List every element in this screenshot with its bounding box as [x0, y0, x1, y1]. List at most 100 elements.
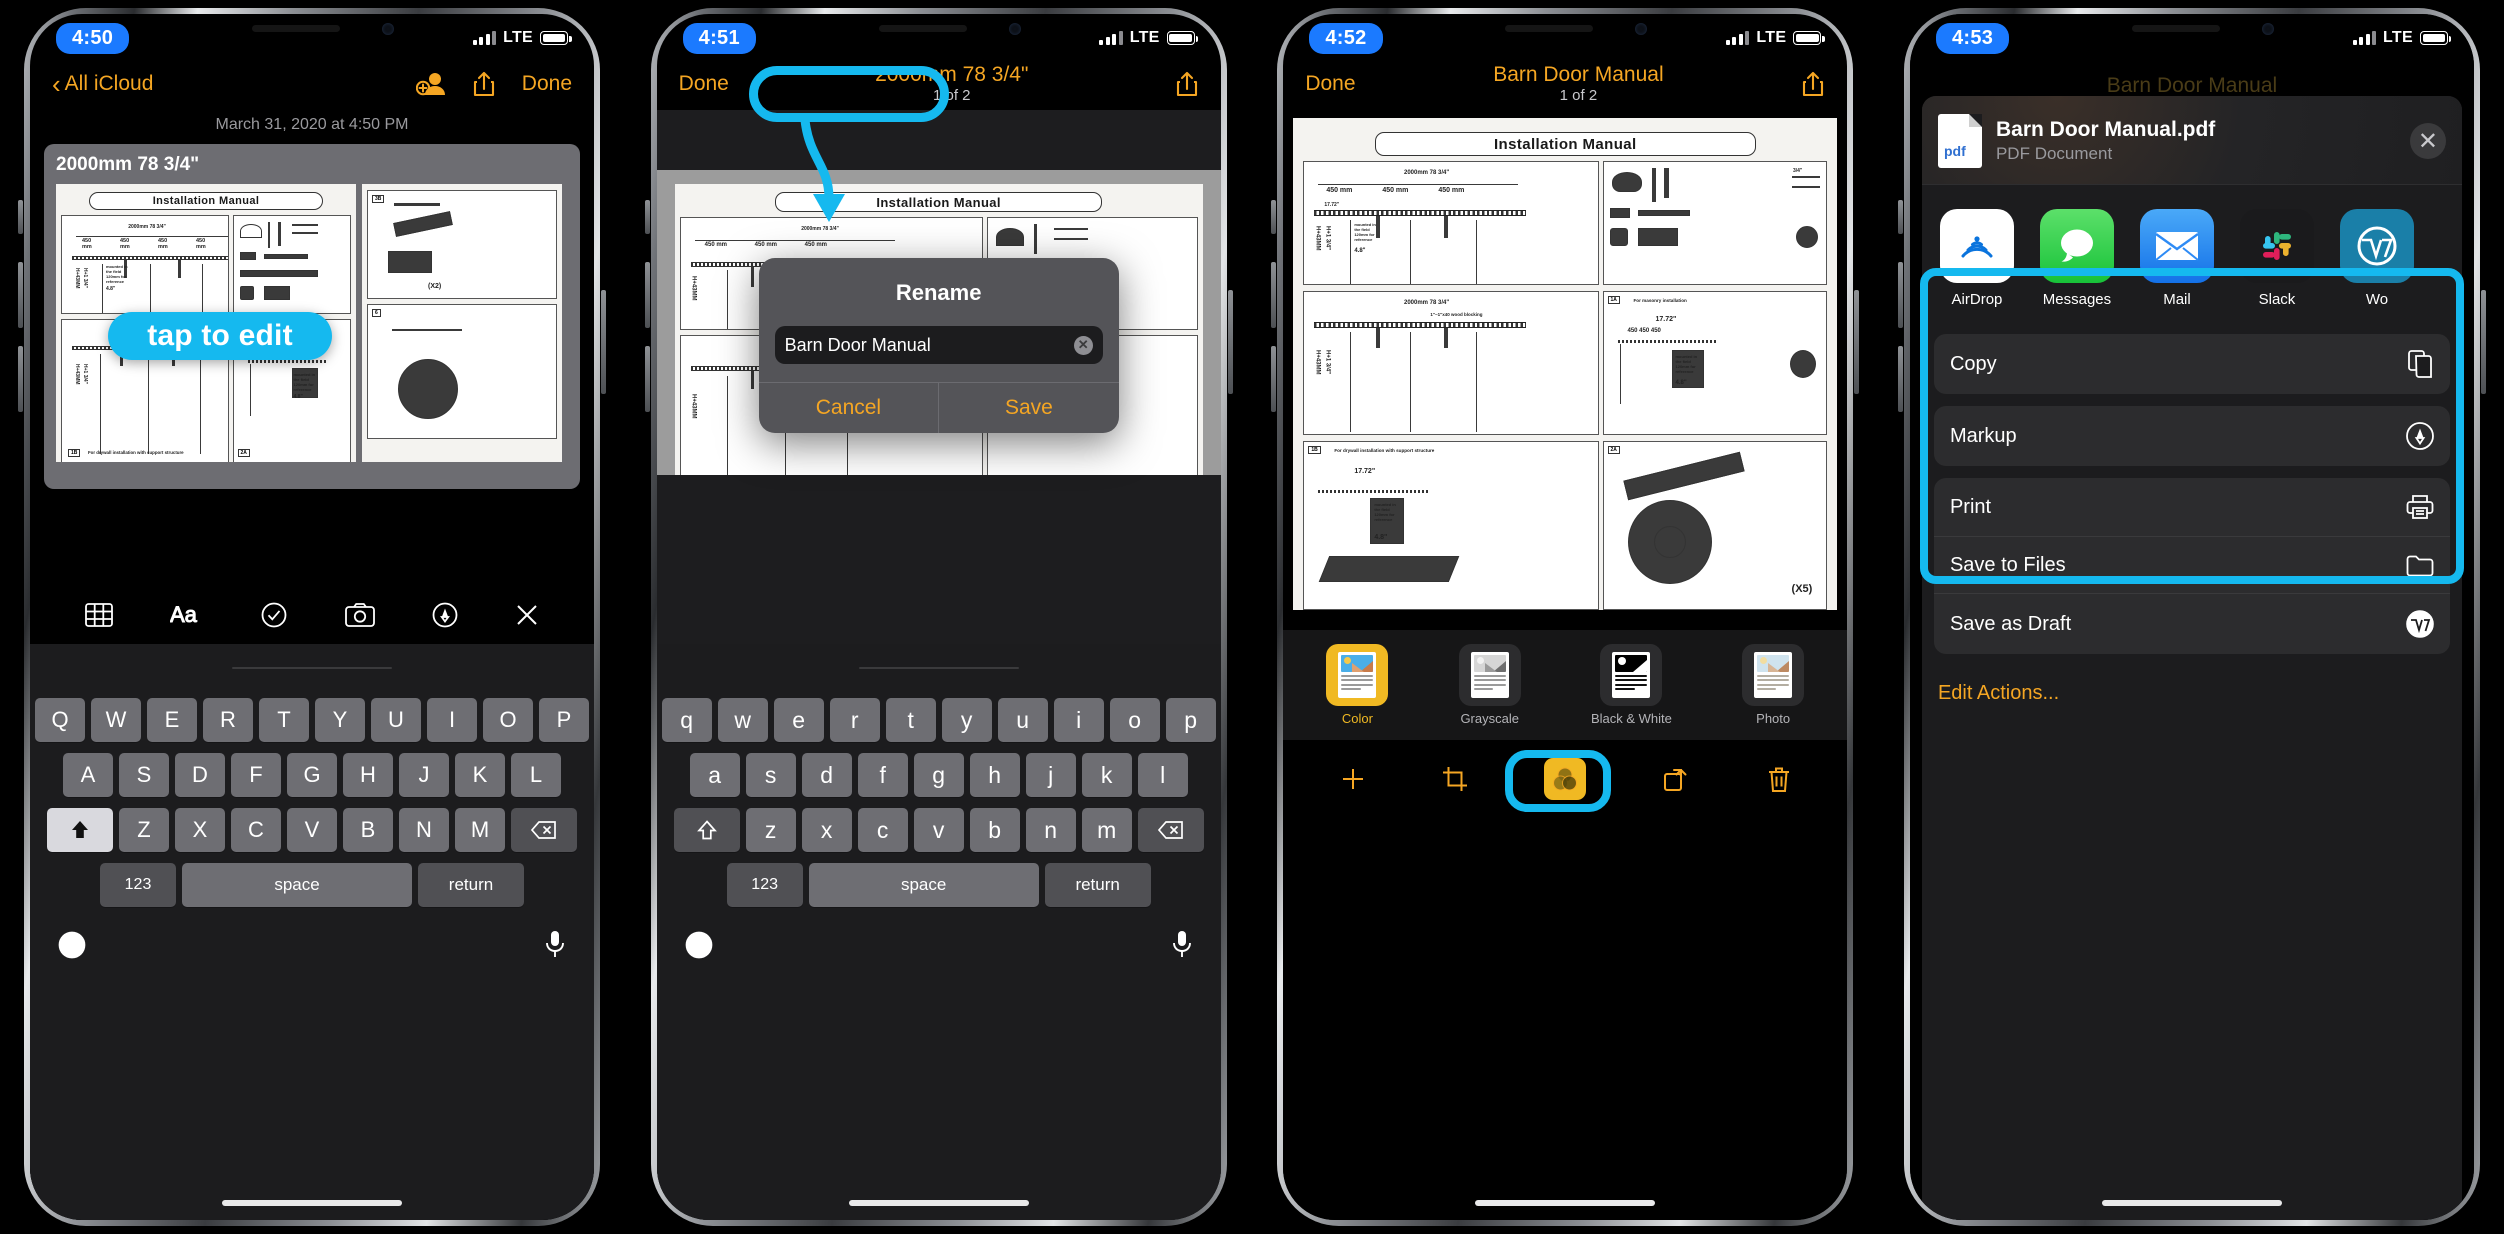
key-f[interactable]: F	[231, 753, 281, 797]
volume-up-button[interactable]	[1897, 262, 1903, 328]
key-a[interactable]: A	[63, 753, 113, 797]
key-g[interactable]: G	[287, 753, 337, 797]
key-s[interactable]: S	[119, 753, 169, 797]
key-u[interactable]: U	[371, 698, 421, 742]
back-button-all-icloud[interactable]: ‹ All iCloud	[52, 71, 153, 97]
keyboard-suggestion-bar-1[interactable]	[30, 644, 594, 692]
power-button[interactable]	[2480, 290, 2486, 394]
volume-up-button[interactable]	[1271, 262, 1277, 328]
keyboard-2[interactable]: q w e r t y u i o p a s d f g h j k l z …	[656, 692, 1221, 1220]
key-k[interactable]: K	[455, 753, 505, 797]
mute-switch[interactable]	[1897, 200, 1903, 234]
key-e[interactable]: E	[147, 698, 197, 742]
filter-grayscale[interactable]: Grayscale	[1458, 644, 1521, 726]
scan-attachment-card[interactable]: 2000mm 78 3/4" Installation Manual 2000m…	[44, 144, 580, 489]
crop-icon[interactable]	[1442, 766, 1468, 792]
table-icon[interactable]	[84, 603, 113, 627]
microphone-icon[interactable]	[1171, 930, 1193, 965]
share-icon[interactable]	[1175, 70, 1199, 98]
clear-icon[interactable]: ✕	[1073, 335, 1093, 355]
key-i[interactable]: i	[1053, 698, 1104, 742]
key-e[interactable]: e	[773, 698, 824, 742]
key-a[interactable]: a	[689, 753, 740, 797]
key-h[interactable]: h	[969, 753, 1020, 797]
volume-up-button[interactable]	[644, 262, 650, 328]
key-v[interactable]: v	[913, 808, 964, 852]
key-j[interactable]: j	[1025, 753, 1076, 797]
emoji-icon[interactable]	[685, 931, 713, 964]
key-t[interactable]: t	[885, 698, 936, 742]
key-m[interactable]: m	[1081, 808, 1132, 852]
mute-switch[interactable]	[18, 200, 23, 234]
mute-switch[interactable]	[644, 200, 650, 234]
key-o[interactable]: o	[1109, 698, 1160, 742]
home-indicator-4[interactable]	[2101, 1200, 2282, 1206]
filter-photo[interactable]: Photo	[1742, 644, 1805, 726]
return-key[interactable]: return	[1044, 863, 1151, 907]
done-button-1[interactable]: Done	[522, 72, 572, 96]
numeric-key[interactable]: 123	[726, 863, 803, 907]
key-d[interactable]: d	[801, 753, 852, 797]
key-c[interactable]: C	[231, 808, 281, 852]
filter-color[interactable]: Color	[1326, 644, 1389, 726]
key-x[interactable]: x	[801, 808, 852, 852]
key-x[interactable]: X	[175, 808, 225, 852]
share-icon[interactable]	[1801, 70, 1825, 98]
key-i[interactable]: I	[427, 698, 477, 742]
add-person-icon[interactable]	[415, 71, 446, 97]
rotate-icon[interactable]	[1663, 766, 1691, 792]
key-u[interactable]: u	[997, 698, 1048, 742]
key-p[interactable]: P	[539, 698, 589, 742]
shift-key[interactable]	[47, 808, 113, 852]
numeric-key[interactable]: 123	[100, 863, 176, 907]
share-target-airdrop[interactable]: AirDrop	[1939, 209, 2014, 308]
key-l[interactable]: l	[1137, 753, 1188, 797]
space-key[interactable]: space	[808, 863, 1039, 907]
keyboard-1[interactable]: Q W E R T Y U I O P A S D F G H J K L Z …	[30, 692, 594, 1220]
backspace-key[interactable]	[1137, 808, 1204, 852]
key-q[interactable]: q	[661, 698, 712, 742]
space-key[interactable]: space	[182, 863, 412, 907]
rename-dialog[interactable]: Rename Barn Door Manual ✕ Cancel Save	[758, 258, 1119, 433]
action-save-to-files[interactable]: Save to Files	[1933, 536, 2450, 593]
action-save-as-draft[interactable]: Save as Draft	[1933, 593, 2450, 654]
delete-icon[interactable]	[1767, 766, 1791, 793]
volume-down-button[interactable]	[1271, 346, 1277, 412]
power-button[interactable]	[1227, 290, 1233, 394]
filter-black-and-white[interactable]: Black & White	[1591, 644, 1672, 726]
key-b[interactable]: b	[969, 808, 1020, 852]
key-n[interactable]: N	[399, 808, 449, 852]
key-r[interactable]: r	[829, 698, 880, 742]
emoji-icon[interactable]	[58, 931, 86, 964]
key-h[interactable]: H	[343, 753, 393, 797]
home-indicator-3[interactable]	[1475, 1200, 1656, 1206]
mute-switch[interactable]	[1271, 200, 1277, 234]
shift-key[interactable]	[673, 808, 740, 852]
keyboard-suggestion-bar-2[interactable]	[656, 644, 1221, 692]
action-edit-actions[interactable]: Edit Actions...	[1934, 666, 2450, 721]
key-z[interactable]: Z	[119, 808, 169, 852]
key-f[interactable]: f	[857, 753, 908, 797]
close-icon[interactable]	[515, 603, 539, 627]
share-target-messages[interactable]: Messages	[2039, 209, 2114, 308]
action-copy[interactable]: Copy	[1934, 334, 2450, 394]
key-n[interactable]: n	[1025, 808, 1076, 852]
share-target-mail[interactable]: Mail	[2139, 209, 2214, 308]
power-button[interactable]	[1854, 290, 1860, 394]
key-q[interactable]: Q	[35, 698, 85, 742]
home-indicator-2[interactable]	[848, 1200, 1029, 1206]
document-title-button[interactable]: 2000mm 78 3/4" 1 of 2	[875, 63, 1028, 104]
scan-page-full[interactable]: Installation Manual 2000mm 78 3/4" 450 m…	[1293, 118, 1838, 610]
save-button[interactable]: Save	[939, 383, 1119, 433]
key-v[interactable]: V	[287, 808, 337, 852]
action-print[interactable]: Print	[1934, 478, 2450, 536]
share-icon[interactable]	[472, 70, 496, 98]
scan-preview[interactable]: Installation Manual 2000mm 78 3/4" 450 mm…	[56, 184, 568, 462]
key-s[interactable]: s	[745, 753, 796, 797]
microphone-icon[interactable]	[544, 930, 566, 965]
home-indicator-1[interactable]	[222, 1200, 402, 1206]
camera-icon[interactable]	[344, 603, 375, 627]
key-r[interactable]: R	[203, 698, 253, 742]
share-target-wordpress[interactable]: Wo	[2339, 209, 2414, 308]
volume-up-button[interactable]	[18, 262, 23, 328]
